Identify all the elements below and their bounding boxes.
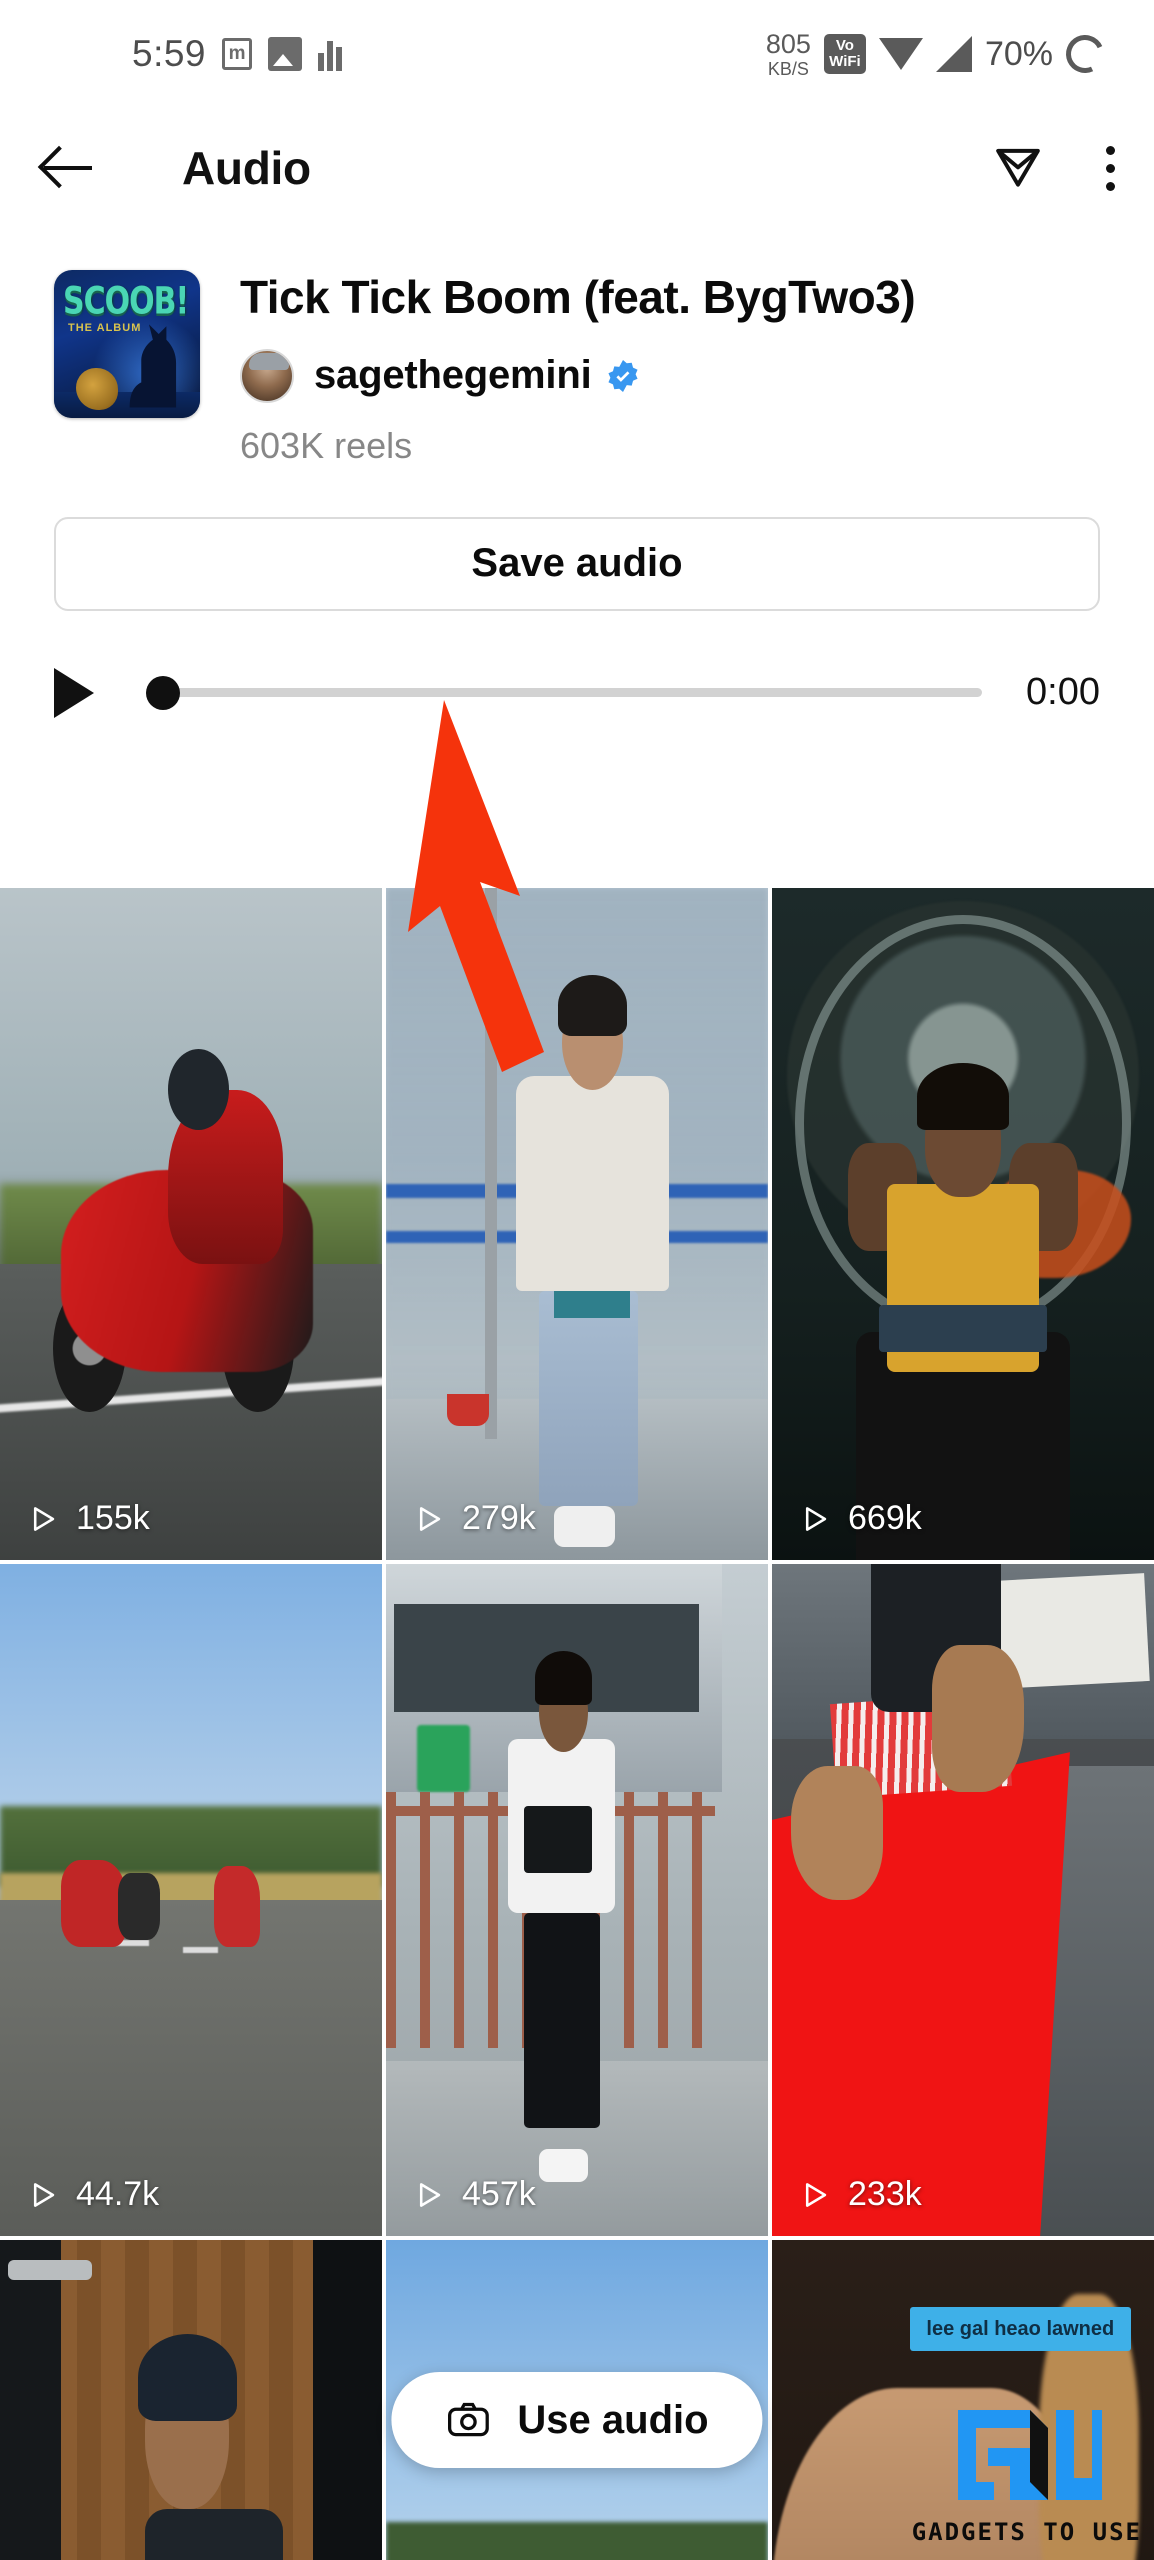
reel-tile[interactable]: 233k — [772, 1564, 1154, 2236]
play-triangle-icon — [419, 2182, 441, 2207]
cellular-signal-icon — [935, 36, 972, 72]
view-count: 669k — [798, 1499, 922, 1538]
app-header: Audio — [0, 108, 1154, 228]
reel-tile[interactable]: 457k — [386, 1564, 768, 2236]
reels-count: 603K reels — [240, 424, 413, 466]
view-count-label: 233k — [848, 2175, 922, 2213]
back-arrow-icon[interactable] — [38, 137, 100, 199]
use-audio-button[interactable]: Use audio — [391, 2372, 763, 2468]
artist-name[interactable]: sagethegemini — [314, 353, 592, 398]
audio-text-block: Tick Tick Boom (feat. BygTwo3) sagethege… — [240, 270, 916, 467]
reels-grid: 155k 279k 669k 44.7k 457k 233k lee gal h… — [0, 888, 1154, 2560]
status-bar: 5:59 m 805 KB/S Vo WiFi 70% — [0, 0, 1154, 108]
use-audio-label: Use audio — [517, 2397, 709, 2442]
reel-thumbnail — [0, 1564, 382, 2236]
play-triangle-icon — [419, 1506, 441, 1531]
artist-row[interactable]: sagethegemini — [240, 348, 915, 403]
vowifi-label-top: Vo — [835, 37, 854, 54]
reel-tile[interactable]: 279k — [386, 888, 768, 1560]
reel-tile[interactable]: lee gal heao lawned — [772, 2240, 1154, 2560]
header-actions — [990, 138, 1116, 199]
battery-circle-icon — [1060, 29, 1110, 79]
play-triangle-icon — [33, 1506, 55, 1531]
view-count-label: 457k — [462, 2175, 536, 2213]
status-time: 5:59 — [132, 33, 207, 74]
audio-scrubber[interactable] — [146, 673, 983, 713]
page-title: Audio — [182, 142, 311, 194]
reel-tile[interactable]: 44.7k — [0, 1564, 382, 2236]
status-bar-right: 805 KB/S Vo WiFi 70% — [765, 28, 1110, 79]
play-triangle-icon[interactable] — [54, 667, 94, 718]
avatar — [240, 348, 294, 403]
scrubber-track[interactable] — [146, 688, 983, 698]
camera-icon — [448, 2402, 489, 2437]
data-speed-value: 805 — [765, 28, 811, 59]
audio-info: SCOOB! THE ALBUM Tick Tick Boom (feat. B… — [0, 228, 1154, 467]
view-count: 233k — [798, 2175, 922, 2214]
cover-title: SCOOB! — [63, 279, 189, 324]
kebab-menu-icon[interactable] — [1104, 145, 1116, 191]
track-title: Tick Tick Boom (feat. BygTwo3) — [240, 271, 916, 323]
reel-tile[interactable]: 669k — [772, 888, 1154, 1560]
wifi-icon — [878, 36, 923, 72]
player-time: 0:00 — [1026, 671, 1100, 714]
view-count-label: 669k — [848, 1499, 922, 1537]
scrubber-thumb[interactable] — [146, 675, 180, 710]
view-count-label: 155k — [76, 1499, 150, 1537]
play-triangle-icon — [805, 2182, 827, 2207]
view-count-label: 279k — [462, 1499, 536, 1537]
reel-caption-overlay: lee gal heao lawned — [909, 2307, 1132, 2352]
data-speed-unit: KB/S — [767, 58, 809, 79]
save-audio-button[interactable]: Save audio — [54, 516, 1100, 611]
view-count: 457k — [412, 2175, 536, 2214]
phone-screen: 5:59 m 805 KB/S Vo WiFi 70% Audio SCOOB!… — [0, 0, 1154, 2560]
view-count: 44.7k — [26, 2175, 159, 2214]
share-paper-plane-icon[interactable] — [990, 138, 1046, 199]
reel-thumbnail — [0, 888, 382, 1560]
reel-thumbnail — [772, 1564, 1154, 2236]
verified-badge-icon — [608, 359, 639, 392]
vowifi-icon: Vo WiFi — [823, 34, 866, 74]
chart-icon — [318, 37, 348, 71]
cover-subtitle: THE ALBUM — [68, 322, 142, 334]
reel-thumbnail — [386, 888, 768, 1560]
view-count: 279k — [412, 1499, 536, 1538]
reel-tile[interactable]: 155k — [0, 888, 382, 1560]
status-bar-left: 5:59 m — [132, 33, 348, 75]
reel-tile[interactable] — [0, 2240, 382, 2560]
photos-icon — [268, 37, 303, 71]
audio-player: 0:00 — [54, 655, 1100, 731]
view-count: 155k — [26, 1499, 150, 1538]
reel-thumbnail — [386, 1564, 768, 2236]
app-m-icon: m — [222, 38, 253, 70]
reel-thumbnail: lee gal heao lawned — [772, 2240, 1154, 2560]
battery-percent: 70% — [984, 34, 1053, 73]
play-triangle-icon — [33, 2182, 55, 2207]
play-triangle-icon — [805, 1506, 827, 1531]
vowifi-label-bottom: WiFi — [829, 53, 861, 70]
data-speed-indicator: 805 KB/S — [765, 28, 811, 79]
view-count-label: 44.7k — [76, 2175, 160, 2213]
reel-thumbnail — [772, 888, 1154, 1560]
reel-thumbnail — [0, 2240, 382, 2560]
album-cover-art: SCOOB! THE ALBUM — [54, 270, 200, 418]
